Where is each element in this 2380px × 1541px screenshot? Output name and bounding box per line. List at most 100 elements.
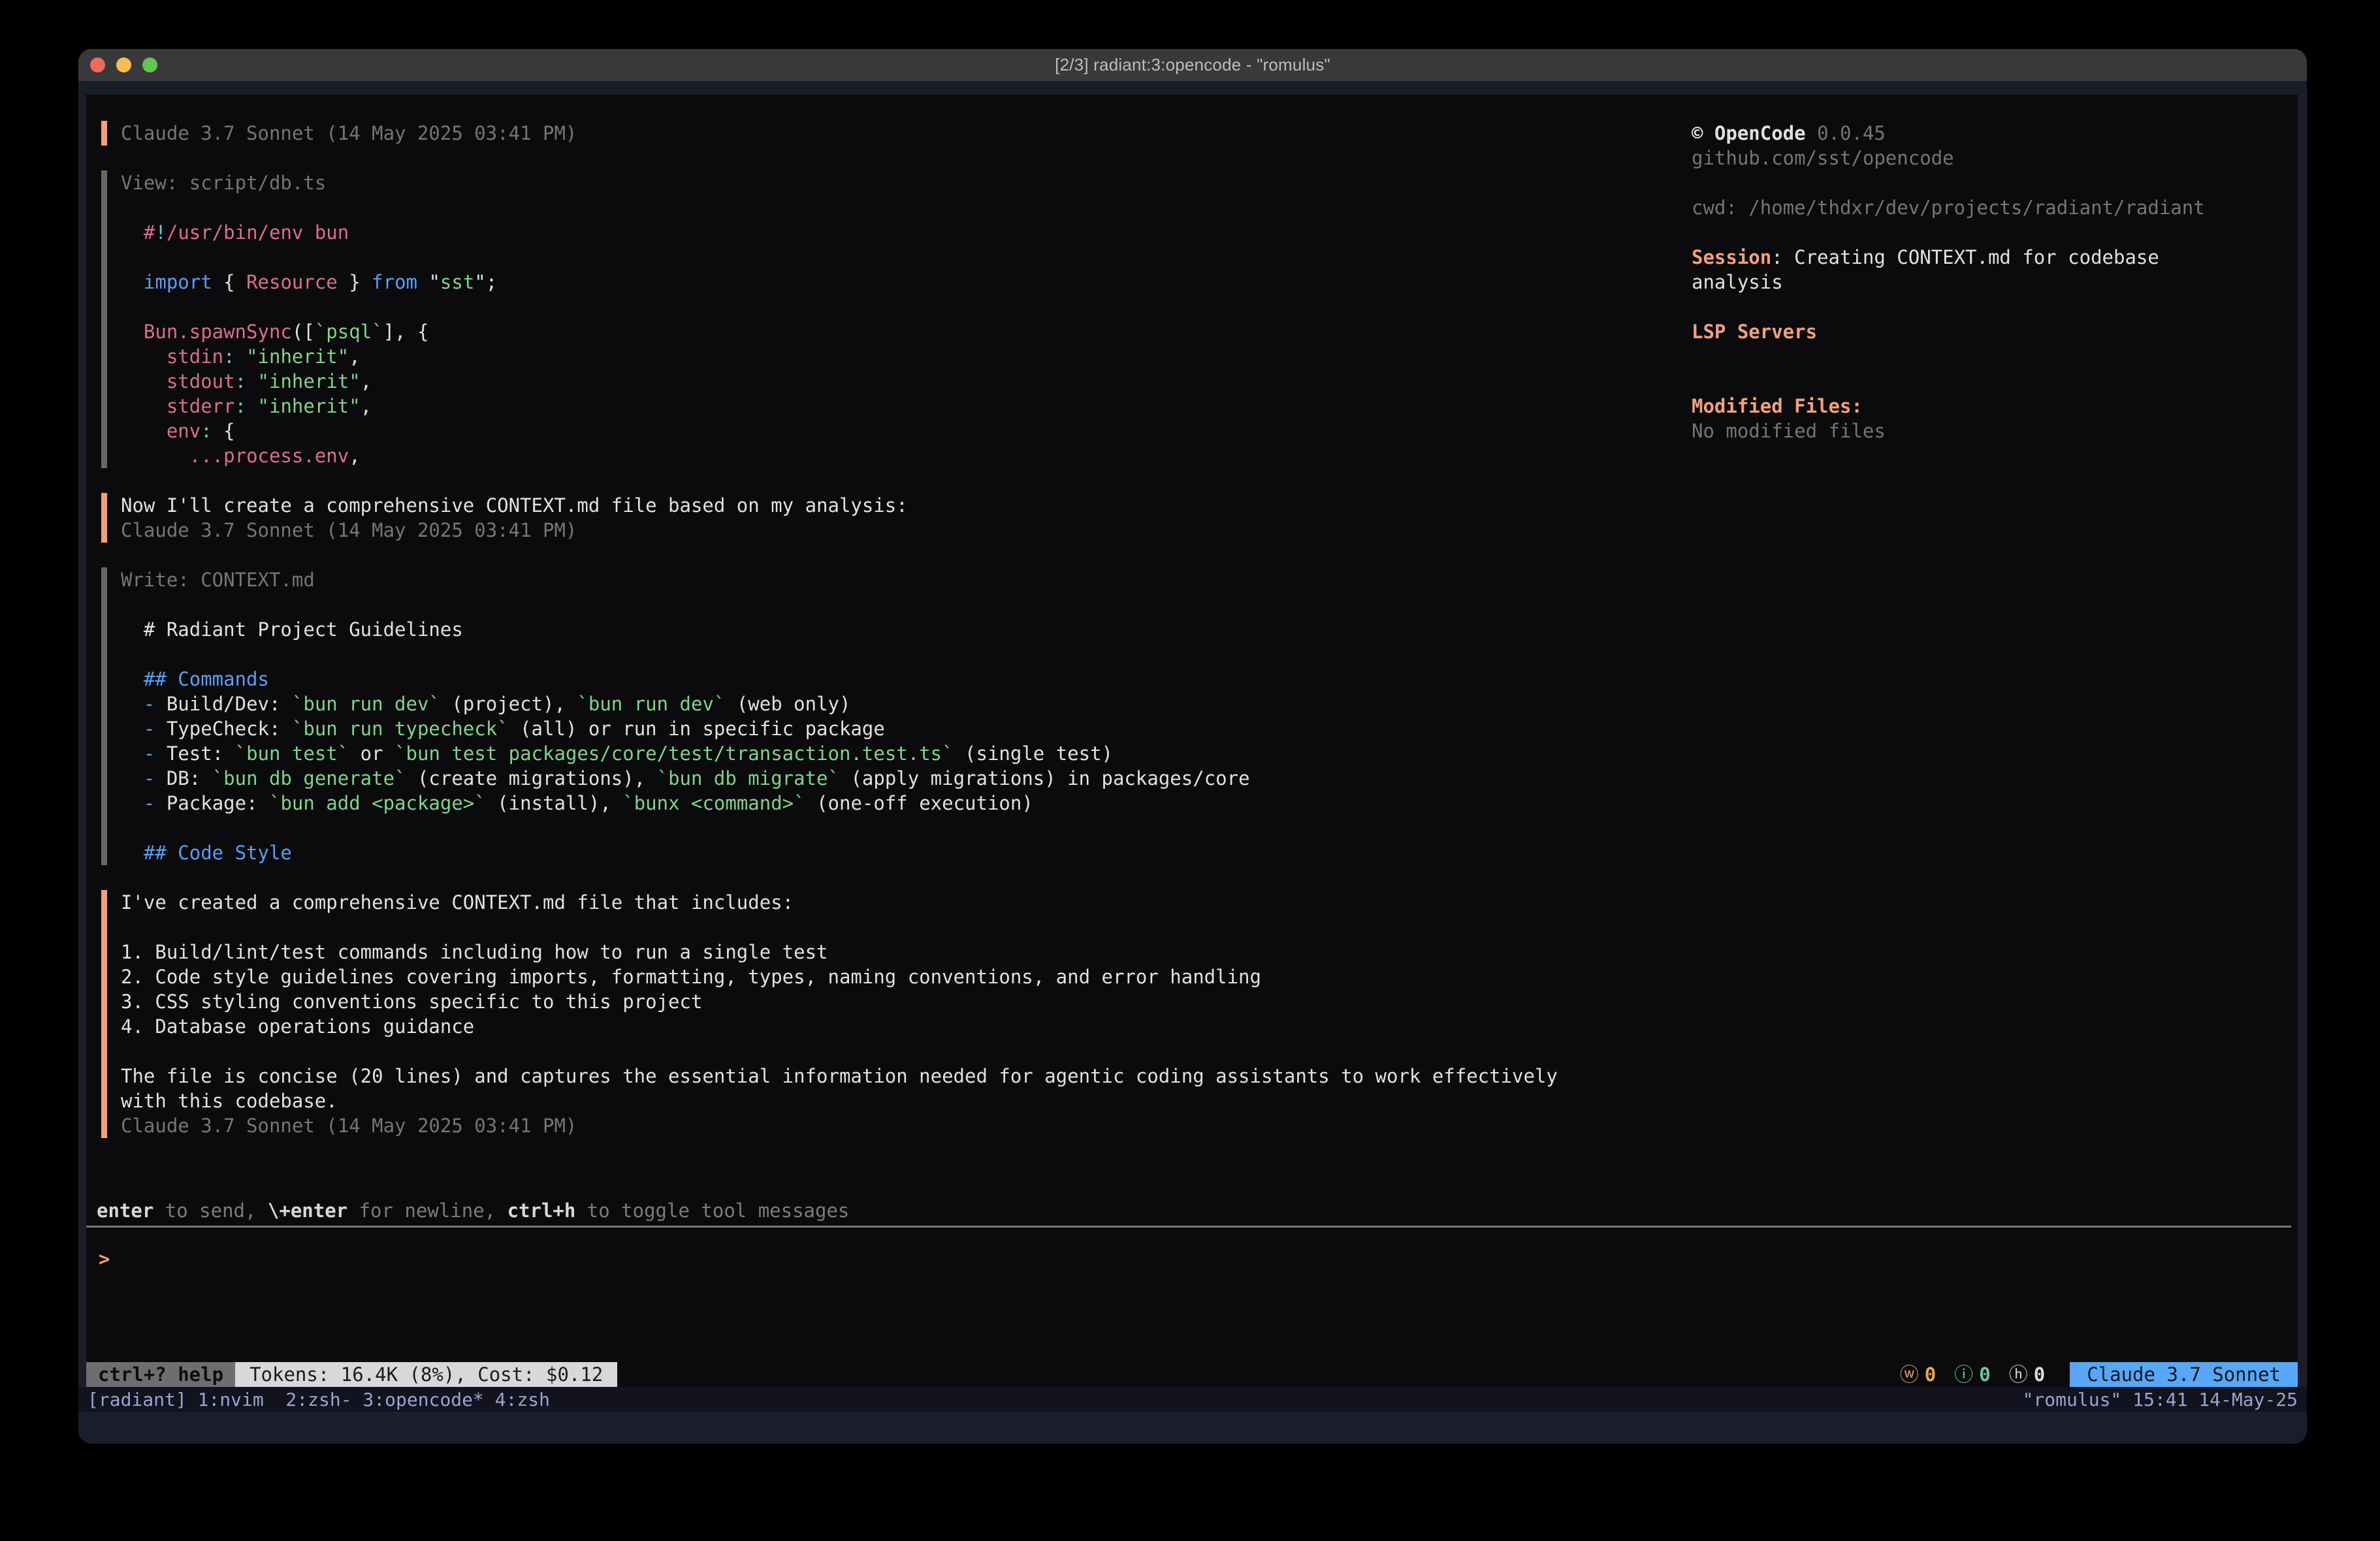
text-segment: `bun run dev` (577, 693, 725, 715)
text-segment: - (144, 742, 155, 765)
text-segment: Test: (155, 742, 234, 765)
text-segment: \+enter (268, 1199, 347, 1222)
opencode-pane: Claude 3.7 Sonnet (14 May 2025 03:41 PM)… (86, 95, 2298, 1387)
traffic-lights (90, 49, 157, 81)
terminal-line: env: { (121, 419, 1682, 443)
text-segment (246, 395, 257, 417)
text-segment: Claude 3.7 Sonnet (14 May 2025 03:41 PM) (121, 1115, 577, 1137)
text-segment: "; (474, 271, 497, 293)
text-segment: sst (440, 271, 474, 293)
terminal-line (121, 245, 1682, 270)
text-segment: github.com/sst/opencode (1692, 147, 1954, 169)
terminal-line (1692, 220, 2292, 245)
text-segment: Package: (155, 792, 269, 814)
zoom-button[interactable] (142, 57, 157, 72)
warning-icon: ⓦ (1900, 1362, 1919, 1387)
terminal-line: The file is concise (20 lines) and captu… (121, 1064, 1682, 1088)
terminal-line: ...process.env, (121, 443, 1682, 468)
terminal-line: with this codebase. (121, 1088, 1682, 1113)
terminal-line: enter to send, \+enter for newline, ctrl… (97, 1198, 849, 1223)
terminal-line: - TypeCheck: `bun run typecheck` (all) o… (121, 716, 1682, 741)
window-title: [2/3] radiant:3:opencode - "romulus" (1055, 55, 1330, 75)
text-segment: 1. Build/lint/test commands including ho… (121, 941, 828, 963)
text-segment: to send, (153, 1199, 268, 1222)
close-button[interactable] (90, 57, 105, 72)
text-segment: `bun run typecheck` (292, 718, 509, 740)
text-segment: ], { (383, 321, 429, 343)
text-segment (121, 395, 167, 417)
text-segment: "inherit" (258, 395, 361, 417)
diagnostic-count: 0 (2034, 1362, 2045, 1387)
text-segment (121, 271, 144, 293)
terminal-line (1692, 170, 2292, 195)
text-segment: `bun test packages/core/test/transaction… (394, 742, 954, 765)
tool-view-block: View: script/db.ts #!/usr/bin/env bun im… (101, 170, 1682, 468)
text-segment: : Creating CONTEXT.md for codebase (1771, 246, 2159, 268)
text-segment: (install), (486, 792, 623, 814)
text-segment (121, 767, 144, 789)
terminal-line (121, 195, 1682, 220)
terminal-line: Now I'll create a comprehensive CONTEXT.… (121, 493, 1682, 518)
message-input[interactable] (110, 1247, 1416, 1271)
text-segment: Claude 3.7 Sonnet (14 May 2025 03:41 PM) (121, 519, 577, 541)
text-segment: View: script/db.ts (121, 172, 326, 194)
text-segment: © (1692, 122, 1714, 144)
text-segment: enter (97, 1199, 153, 1222)
text-segment: Claude 3.7 Sonnet (14 May 2025 03:41 PM) (121, 122, 577, 144)
terminal-line: Bun.spawnSync([`psql`], { (121, 319, 1682, 344)
tmux-host-clock: "romulus" 15:41 14-May-25 (2023, 1389, 2298, 1410)
text-segment: " (417, 271, 440, 293)
text-segment: - (144, 792, 155, 814)
model-header-block: Claude 3.7 Sonnet (14 May 2025 03:41 PM) (101, 121, 1682, 146)
text-segment: `bun test` (235, 742, 349, 765)
terminal-line: 1. Build/lint/test commands including ho… (121, 940, 1682, 964)
text-segment: OpenCode (1714, 122, 1806, 144)
text-segment: - (144, 767, 155, 789)
text-segment: /usr/bin/env bun (167, 221, 349, 244)
terminal-line (121, 816, 1682, 840)
text-segment: for newline, (347, 1199, 507, 1222)
terminal-line: Claude 3.7 Sonnet (14 May 2025 03:41 PM) (121, 518, 1682, 543)
terminal-line (121, 642, 1682, 667)
terminal-line: stderr: "inherit", (121, 394, 1682, 419)
text-segment: I've created a comprehensive CONTEXT.md … (121, 891, 794, 913)
text-segment: , (361, 370, 372, 392)
terminal-line: - Package: `bun add <package>` (install)… (121, 791, 1682, 816)
text-segment: 3. CSS styling conventions specific to t… (121, 991, 702, 1013)
text-segment: to toggle tool messages (575, 1199, 849, 1222)
terminal-line: Write: CONTEXT.md (121, 567, 1682, 592)
terminal-line: 3. CSS styling conventions specific to t… (121, 989, 1682, 1014)
text-segment: , (361, 395, 372, 417)
text-segment: { (212, 271, 246, 293)
terminal-line: Modified Files: (1692, 394, 2292, 419)
text-segment: ([ (292, 321, 315, 343)
text-segment: Resource (246, 271, 338, 293)
diagnostic-warning: ⓦ0 (1900, 1362, 1936, 1387)
text-segment (246, 370, 257, 392)
text-segment: with this codebase. (121, 1090, 338, 1112)
text-segment: (one-off execution) (805, 792, 1033, 814)
diagnostic-count: 0 (1925, 1362, 1936, 1387)
text-segment: - (144, 718, 155, 740)
text-segment (121, 221, 144, 244)
text-segment: `bun db generate` (212, 767, 406, 789)
terminal-line: import { Resource } from "sst"; (121, 270, 1682, 294)
text-segment: ...process.env (189, 445, 349, 467)
tmux-session-windows[interactable]: [radiant] 1:nvim 2:zsh- 3:opencode* 4:zs… (88, 1389, 550, 1410)
prompt-row: > (99, 1247, 1416, 1271)
assistant-message-block: Now I'll create a comprehensive CONTEXT.… (101, 493, 1682, 543)
text-segment: `bun run dev` (292, 693, 440, 715)
text-segment: # Radiant Project Guidelines (121, 618, 463, 641)
text-segment: Modified Files: (1692, 395, 1863, 417)
terminal-line (1692, 369, 2292, 394)
text-segment: ! (155, 221, 166, 244)
text-segment: The file is concise (20 lines) and captu… (121, 1065, 1558, 1087)
window-titlebar[interactable]: [2/3] radiant:3:opencode - "romulus" (78, 49, 2307, 82)
text-segment: (web only) (725, 693, 850, 715)
minimize-button[interactable] (116, 57, 131, 72)
text-segment: - (144, 693, 155, 715)
terminal-line: © OpenCode 0.0.45 (1692, 121, 2292, 146)
text-segment (121, 842, 144, 864)
text-segment (121, 668, 144, 690)
conversation-log: Claude 3.7 Sonnet (14 May 2025 03:41 PM)… (101, 121, 1682, 1163)
